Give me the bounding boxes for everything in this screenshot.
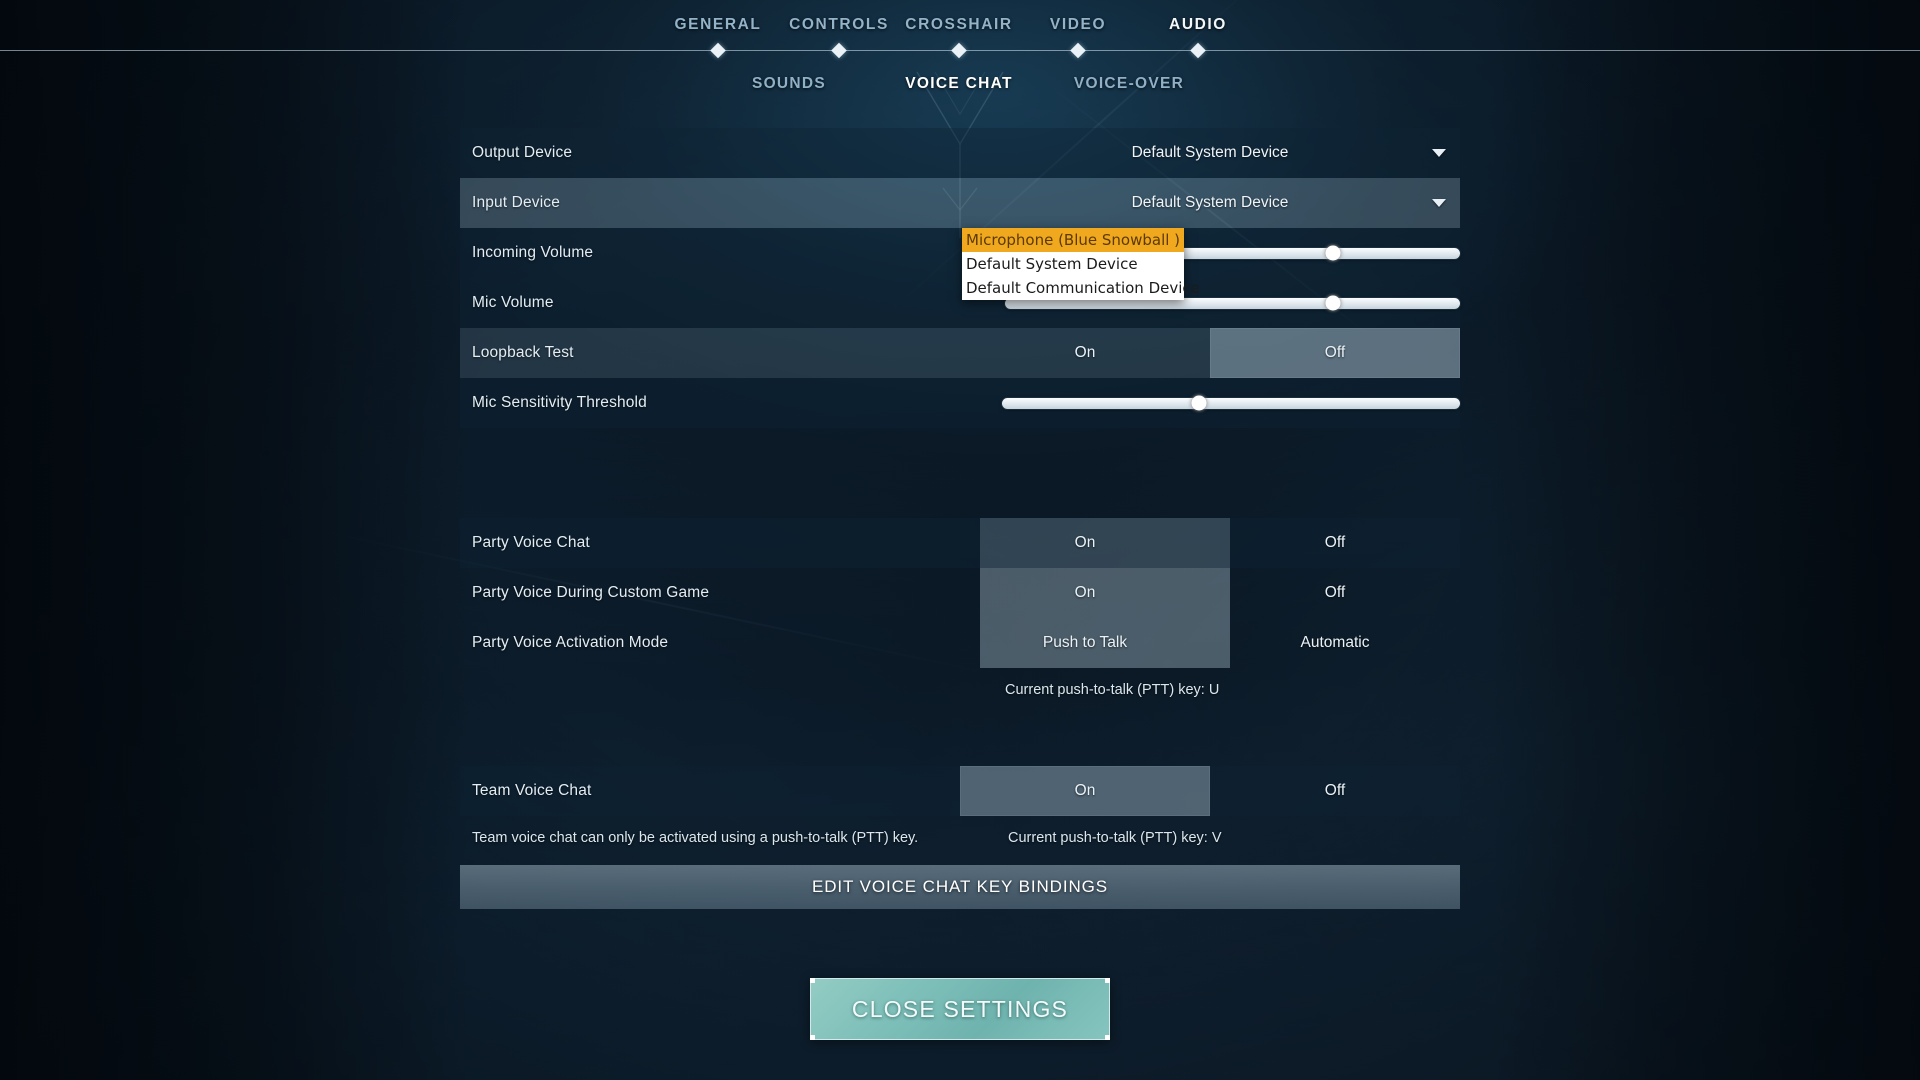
setting-row-input-device: Input Device Default System Device [460, 178, 1460, 228]
mic-volume-handle[interactable] [1325, 295, 1341, 311]
mic-volume-label: Mic Volume [472, 294, 554, 311]
party-ptt-hint: Current push-to-talk (PTT) key: U [1005, 682, 1220, 698]
party-voice-chat-segmented-control: On Off [960, 518, 1460, 568]
setting-row-output-device: Output Device Default System Device [460, 128, 1460, 178]
corner-marker-br [1105, 1035, 1110, 1040]
party-voice-custom-game-segmented-control: On Off [960, 568, 1460, 618]
setting-row-party-voice-chat: Party Voice Chat On Off [460, 518, 1460, 568]
subtab-sounds[interactable]: SOUNDS [752, 75, 826, 93]
input-device-value: Default System Device [1131, 194, 1289, 211]
mic-sensitivity-handle[interactable] [1191, 395, 1207, 411]
team-voice-chat-option-on[interactable]: On [960, 766, 1210, 816]
edit-voice-chat-key-bindings-button[interactable]: EDIT VOICE CHAT KEY BINDINGS [460, 865, 1460, 909]
setting-row-team-voice-chat: Team Voice Chat On Off [460, 766, 1460, 816]
tab-crosshair[interactable]: CROSSHAIR [905, 16, 1012, 34]
loopback-test-option-on[interactable]: On [960, 328, 1210, 378]
input-device-dropdown[interactable]: Default System Device [960, 178, 1460, 228]
tab-audio[interactable]: AUDIO [1169, 16, 1227, 34]
team-voice-chat-option-off[interactable]: Off [1210, 766, 1460, 816]
settings-panel: Output Device Default System Device Inpu… [460, 128, 1460, 862]
team-voice-chat-segmented-control: On Off [960, 766, 1460, 816]
corner-marker-tl [810, 978, 815, 983]
output-device-dropdown[interactable]: Default System Device [960, 128, 1460, 178]
incoming-volume-label: Incoming Volume [472, 244, 594, 261]
mic-sensitivity-label: Mic Sensitivity Threshold [472, 394, 647, 411]
tab-controls[interactable]: CONTROLS [789, 16, 889, 34]
tab-marker-general [710, 42, 726, 59]
panel-spacer-1 [460, 428, 1460, 518]
output-device-value: Default System Device [1131, 144, 1289, 161]
close-settings-button[interactable]: CLOSE SETTINGS [810, 978, 1110, 1040]
dropdown-option-default-communication-device[interactable]: Default Communication Device [962, 276, 1200, 300]
party-voice-chat-label: Party Voice Chat [472, 534, 590, 551]
dropdown-option-default-system-device[interactable]: Default System Device [962, 252, 1184, 276]
team-voice-notes-row: Team voice chat can only be activated us… [460, 816, 1460, 862]
party-ptt-hint-row: Current push-to-talk (PTT) key: U [460, 668, 1460, 716]
panel-spacer-2 [460, 716, 1460, 766]
party-voice-custom-game-option-on[interactable]: On [960, 568, 1210, 618]
loopback-test-option-off[interactable]: Off [1210, 328, 1460, 378]
input-device-dropdown-list: Microphone (Blue Snowball ) Default Syst… [962, 228, 1200, 300]
team-voice-note: Team voice chat can only be activated us… [472, 830, 919, 846]
setting-row-mic-volume: Mic Volume [460, 278, 1460, 328]
party-voice-chat-option-off[interactable]: Off [1210, 518, 1460, 568]
party-voice-chat-option-on[interactable]: On [960, 518, 1210, 568]
tab-marker-audio [1190, 42, 1206, 59]
input-device-label: Input Device [472, 194, 560, 211]
output-device-label: Output Device [472, 144, 573, 161]
corner-marker-tr [1105, 978, 1110, 983]
chevron-down-icon [1432, 149, 1446, 157]
setting-row-mic-sensitivity: Mic Sensitivity Threshold [460, 378, 1460, 428]
close-settings-label: CLOSE SETTINGS [851, 995, 1069, 1022]
tab-general[interactable]: GENERAL [675, 16, 762, 34]
setting-row-party-voice-custom-game: Party Voice During Custom Game On Off [460, 568, 1460, 618]
mic-sensitivity-slider[interactable] [1002, 378, 1460, 428]
tab-video[interactable]: VIDEO [1050, 16, 1106, 34]
party-voice-custom-game-option-off[interactable]: Off [1210, 568, 1460, 618]
chevron-down-icon [1432, 199, 1446, 207]
corner-marker-bl [810, 1035, 815, 1040]
party-voice-activation-mode-option-automatic[interactable]: Automatic [1210, 618, 1460, 668]
party-voice-custom-game-label: Party Voice During Custom Game [472, 584, 710, 601]
tab-marker-video [1070, 42, 1086, 59]
incoming-volume-handle[interactable] [1325, 245, 1341, 261]
loopback-test-label: Loopback Test [472, 344, 574, 361]
dropdown-option-microphone-blue-snowball[interactable]: Microphone (Blue Snowball ) [962, 228, 1184, 252]
subtab-voice-over[interactable]: VOICE-OVER [1074, 75, 1184, 93]
party-voice-block: Party Voice Chat On Off Party Voice Duri… [460, 518, 1460, 668]
party-voice-activation-mode-option-ptt[interactable]: Push to Talk [960, 618, 1210, 668]
tab-marker-crosshair [951, 42, 967, 59]
mic-sensitivity-track [1002, 395, 1460, 411]
party-voice-activation-mode-label: Party Voice Activation Mode [472, 634, 669, 651]
nav-tab-list: GENERAL CONTROLS CROSSHAIR VIDEO AUDIO [0, 0, 1920, 59]
party-voice-activation-mode-segmented-control: Push to Talk Automatic [960, 618, 1460, 668]
nav-subtab-list: SOUNDS VOICE CHAT VOICE-OVER [0, 75, 1920, 115]
setting-row-party-voice-activation-mode: Party Voice Activation Mode Push to Talk… [460, 618, 1460, 668]
setting-row-loopback-test: Loopback Test On Off [460, 328, 1460, 378]
tab-marker-controls [831, 42, 847, 59]
team-voice-chat-label: Team Voice Chat [472, 782, 592, 799]
subtab-voice-chat[interactable]: VOICE CHAT [905, 75, 1012, 93]
loopback-test-segmented-control: On Off [960, 328, 1460, 378]
settings-navigation: GENERAL CONTROLS CROSSHAIR VIDEO AUDIO S… [0, 0, 1920, 120]
team-ptt-hint: Current push-to-talk (PTT) key: V [1008, 830, 1222, 846]
setting-row-incoming-volume: Incoming Volume [460, 228, 1460, 278]
